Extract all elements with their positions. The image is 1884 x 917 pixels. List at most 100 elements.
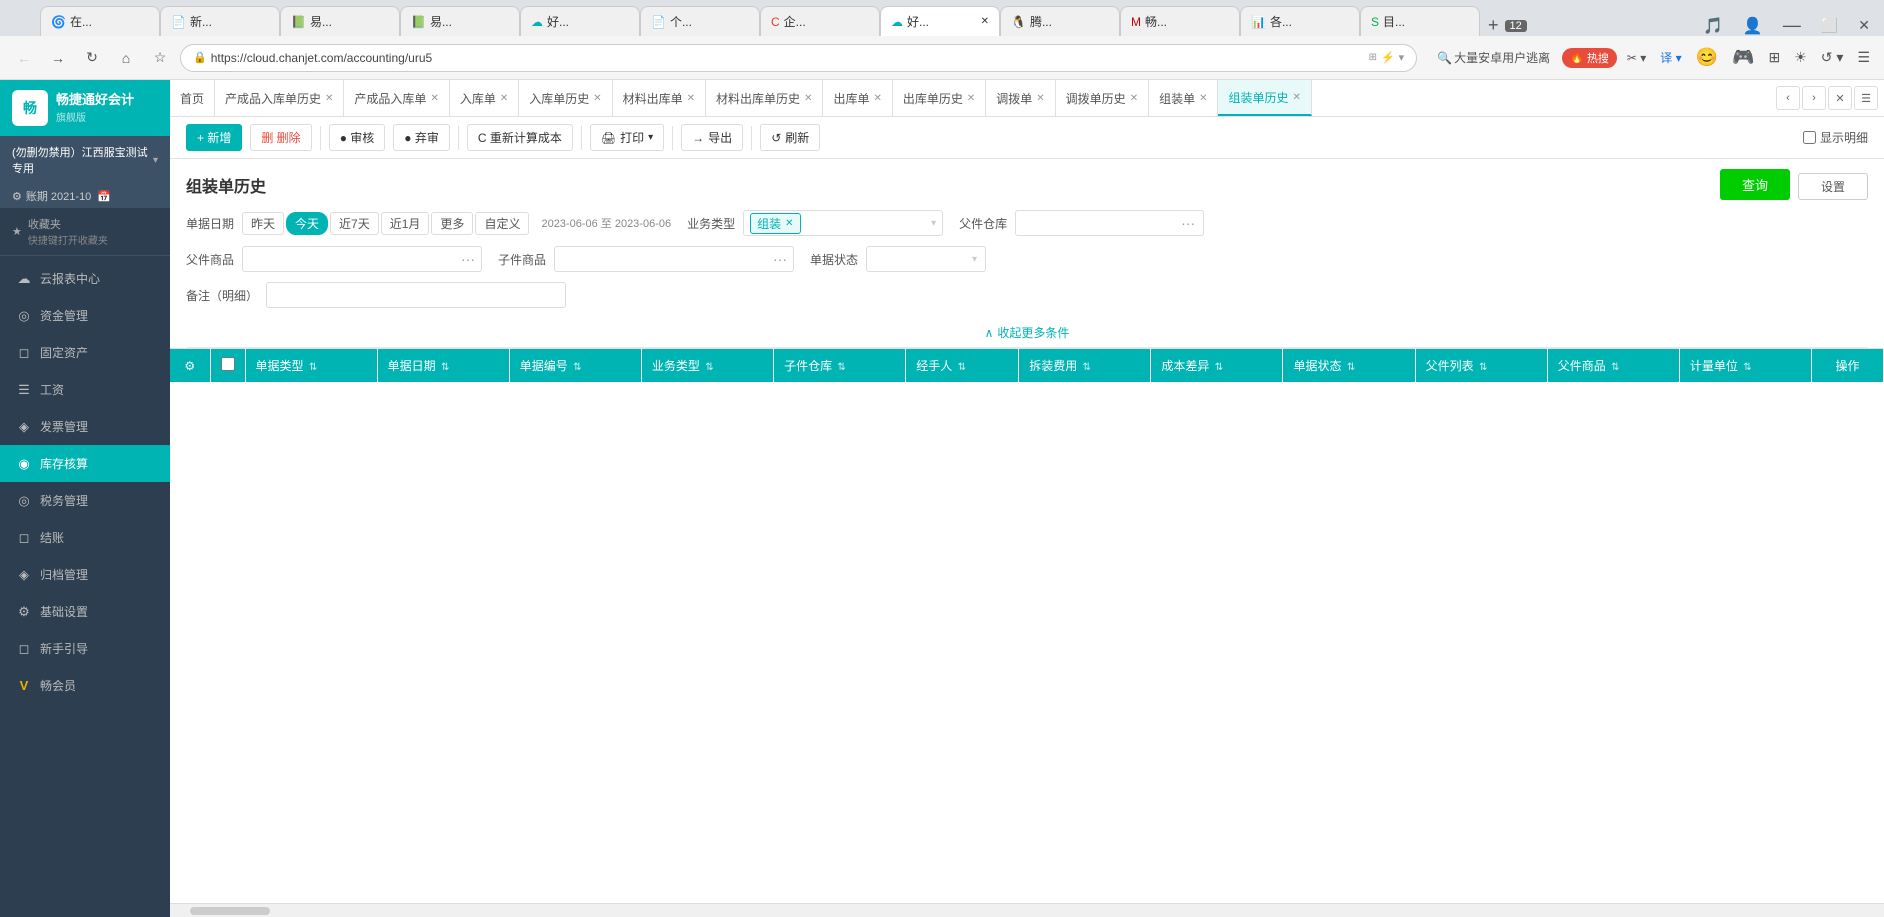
- last1month-btn[interactable]: 近1月: [381, 212, 430, 235]
- browser-tab-11[interactable]: 📊 各...: [1240, 6, 1360, 36]
- tab-more-button[interactable]: ☰: [1854, 86, 1878, 110]
- bookmark-button[interactable]: ☆: [146, 44, 174, 72]
- address-qr-icon[interactable]: ⊞: [1369, 52, 1377, 63]
- sidebar-item-payroll[interactable]: ☰ 工资: [0, 371, 170, 408]
- sidebar-item-settle[interactable]: ◻ 结账: [0, 519, 170, 556]
- biz-type-tag-remove[interactable]: ✕: [785, 218, 793, 229]
- th-order-no[interactable]: 单据编号 ⇅: [509, 349, 641, 382]
- th-unit[interactable]: 计量单位 ⇅: [1679, 349, 1811, 382]
- sidebar-item-archive[interactable]: ◈ 归档管理: [0, 556, 170, 593]
- outbound-history-close[interactable]: ✕: [967, 93, 975, 104]
- page-tab-material-outbound-history[interactable]: 材料出库单历史 ✕: [706, 80, 823, 116]
- collapse-button[interactable]: ∧ 收起更多条件: [186, 318, 1868, 343]
- page-tab-assembly-history[interactable]: 组装单历史 ✕: [1218, 80, 1311, 116]
- sidebar-item-fixed-assets[interactable]: ◻ 固定资产: [0, 334, 170, 371]
- brightness-button[interactable]: ☀: [1790, 49, 1811, 66]
- search-bar-area[interactable]: 🔍 大量安卓用户逃离: [1431, 49, 1556, 66]
- favorites-section[interactable]: ★ 收藏夹 快捷键打开收藏夹: [0, 208, 170, 256]
- browser-tab-12[interactable]: S 目...: [1360, 6, 1480, 36]
- browser-tab-2[interactable]: 📄 新...: [160, 6, 280, 36]
- page-tab-inbound[interactable]: 入库单 ✕: [450, 80, 519, 116]
- note-input-wrap[interactable]: [266, 282, 566, 308]
- material-outbound-close[interactable]: ✕: [687, 93, 695, 104]
- sidebar-item-settings[interactable]: ⚙ 基础设置: [0, 593, 170, 630]
- th-order-status[interactable]: 单据状态 ⇅: [1283, 349, 1415, 382]
- page-tab-home[interactable]: 首页: [170, 80, 215, 116]
- back-button[interactable]: ←: [10, 44, 38, 72]
- browser-tab-5[interactable]: ☁ 好...: [520, 6, 640, 36]
- sub-goods-input-wrap[interactable]: ···: [554, 246, 794, 272]
- set-button[interactable]: 设置: [1798, 173, 1868, 200]
- hot-search-button[interactable]: 🔥 热搜: [1562, 48, 1617, 68]
- delete-button[interactable]: 删 删除: [250, 124, 311, 151]
- table-settings-icon[interactable]: ⚙: [184, 359, 195, 373]
- scrollbar-thumb[interactable]: [190, 907, 270, 915]
- parent-warehouse-input[interactable]: [1022, 216, 1177, 230]
- reload-button[interactable]: ↻: [78, 44, 106, 72]
- address-bar[interactable]: 🔒 https://cloud.chanjet.com/accounting/u…: [180, 44, 1417, 72]
- page-tab-transfer[interactable]: 调拨单 ✕: [986, 80, 1055, 116]
- print-button[interactable]: 🖨 打印 ▾: [590, 124, 664, 151]
- home-button[interactable]: ⌂: [112, 44, 140, 72]
- parent-goods-input[interactable]: [249, 252, 459, 266]
- last7days-btn[interactable]: 近7天: [330, 212, 379, 235]
- page-tab-assembly[interactable]: 组装单 ✕: [1149, 80, 1218, 116]
- window-profile-button[interactable]: 👤: [1735, 16, 1771, 36]
- sub-goods-input[interactable]: [561, 252, 771, 266]
- biz-type-input-wrap[interactable]: 组装 ✕ ▾: [743, 210, 943, 236]
- th-handler[interactable]: 经手人 ⇅: [906, 349, 1019, 382]
- th-checkbox[interactable]: [210, 349, 245, 382]
- th-biz-type[interactable]: 业务类型 ⇅: [641, 349, 773, 382]
- export-button[interactable]: → 导出: [681, 124, 743, 151]
- parent-warehouse-input-wrap[interactable]: ···: [1015, 210, 1204, 236]
- parent-goods-input-wrap[interactable]: ···: [242, 246, 482, 272]
- abandon-button[interactable]: ● 弃审: [393, 124, 450, 151]
- page-tab-outbound[interactable]: 出库单 ✕: [823, 80, 892, 116]
- sidebar-item-invoice[interactable]: ◈ 发票管理: [0, 408, 170, 445]
- production-inbound-history-close[interactable]: ✕: [325, 93, 333, 104]
- sidebar-item-guide[interactable]: ◻ 新手引导: [0, 630, 170, 667]
- biz-type-dropdown-icon[interactable]: ▾: [931, 218, 936, 229]
- th-parent-list[interactable]: 父件列表 ⇅: [1415, 349, 1547, 382]
- page-tab-production-inbound-history[interactable]: 产成品入库单历史 ✕: [215, 80, 344, 116]
- browser-tab-3[interactable]: 📗 易...: [280, 6, 400, 36]
- inbound-history-close[interactable]: ✕: [593, 93, 601, 104]
- window-minimize-btn[interactable]: —: [1775, 15, 1809, 36]
- scissors-button[interactable]: ✂ ▾: [1623, 51, 1650, 65]
- period-selector[interactable]: ⚙ 账期 2021-10 📅: [0, 184, 170, 208]
- custom-btn[interactable]: 自定义: [475, 212, 529, 235]
- th-parent-goods[interactable]: 父件商品 ⇅: [1547, 349, 1679, 382]
- new-button[interactable]: + 新增: [186, 124, 242, 151]
- production-inbound-close[interactable]: ✕: [430, 93, 438, 104]
- browser-tab-4[interactable]: 📗 易...: [400, 6, 520, 36]
- assembly-history-close[interactable]: ✕: [1293, 92, 1301, 103]
- sidebar-item-inventory[interactable]: ◉ 库存核算: [0, 445, 170, 482]
- browser-tab-1[interactable]: 🌀 在...: [40, 6, 160, 36]
- th-order-type[interactable]: 单据类型 ⇅: [245, 349, 377, 382]
- new-tab-button[interactable]: +: [1488, 15, 1499, 36]
- transfer-history-close[interactable]: ✕: [1130, 93, 1138, 104]
- show-detail-checkbox[interactable]: [1803, 131, 1816, 144]
- th-sub-warehouse[interactable]: 子件仓库 ⇅: [774, 349, 906, 382]
- tab-next-button[interactable]: ›: [1802, 86, 1826, 110]
- th-order-date[interactable]: 单据日期 ⇅: [377, 349, 509, 382]
- horizontal-scrollbar[interactable]: [170, 903, 1884, 917]
- grid-button[interactable]: ⊞: [1764, 49, 1784, 66]
- more-btn[interactable]: 更多: [431, 212, 473, 235]
- assembly-close[interactable]: ✕: [1199, 93, 1207, 104]
- extension2-button[interactable]: 🎮: [1728, 47, 1758, 68]
- window-minimize-button[interactable]: 🎵: [1695, 16, 1731, 36]
- forward-button[interactable]: →: [44, 44, 72, 72]
- note-input[interactable]: [273, 288, 559, 302]
- sidebar-item-tax[interactable]: ◎ 税务管理: [0, 482, 170, 519]
- window-maximize-btn[interactable]: ⬜: [1813, 17, 1846, 34]
- window-close-btn[interactable]: ✕: [1850, 17, 1878, 34]
- extension1-button[interactable]: 😊: [1692, 47, 1722, 68]
- page-tab-material-outbound[interactable]: 材料出库单 ✕: [613, 80, 706, 116]
- sidebar-item-cloud-report[interactable]: ☁ 云报表中心: [0, 260, 170, 297]
- menu-button[interactable]: ☰: [1853, 49, 1874, 66]
- address-dropdown-icon[interactable]: ▾: [1399, 51, 1405, 64]
- tab-close-current-button[interactable]: ✕: [1828, 86, 1852, 110]
- today-btn[interactable]: 今天: [286, 212, 328, 235]
- transfer-close[interactable]: ✕: [1036, 93, 1044, 104]
